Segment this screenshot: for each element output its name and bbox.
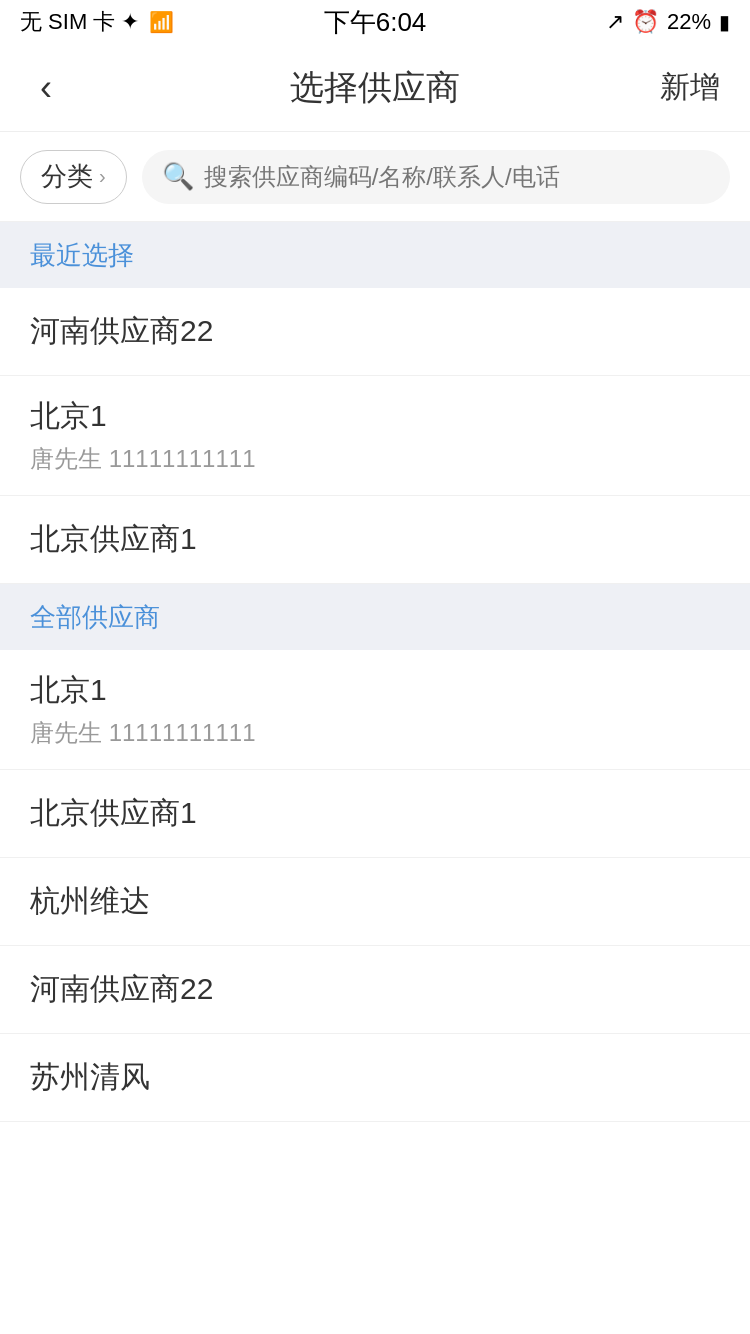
recent-supplier-list: 河南供应商22 北京1 唐先生 11111111111 北京供应商1 bbox=[0, 288, 750, 584]
chevron-right-icon: › bbox=[99, 165, 106, 188]
status-right: ↗ ⏰ 22% ▮ bbox=[606, 9, 730, 35]
back-button[interactable]: ‹ bbox=[30, 57, 62, 119]
all-supplier-list: 北京1 唐先生 11111111111 北京供应商1 杭州维达河南供应商22 苏州清风 bbox=[0, 650, 750, 1122]
list-item[interactable]: 北京1 唐先生 11111111111 bbox=[0, 376, 750, 496]
list-item[interactable]: 苏州清风 bbox=[0, 1034, 750, 1122]
all-section-label: 全部供应商 bbox=[30, 600, 160, 635]
supplier-name: 北京1 bbox=[30, 670, 720, 711]
location-icon: ↗ bbox=[606, 9, 624, 35]
recent-section-header: 最近选择 bbox=[0, 222, 750, 288]
category-label: 分类 bbox=[41, 159, 93, 194]
category-filter-button[interactable]: 分类 › bbox=[20, 150, 127, 204]
wifi-icon: 📶 bbox=[149, 10, 174, 34]
supplier-contact: 唐先生 11111111111 bbox=[30, 717, 720, 749]
new-supplier-button[interactable]: 新增 bbox=[660, 67, 720, 108]
search-icon: 🔍 bbox=[162, 161, 194, 192]
search-box[interactable]: 🔍 bbox=[142, 150, 730, 204]
list-item[interactable]: 北京1 唐先生 11111111111 bbox=[0, 650, 750, 770]
supplier-name: 北京1 bbox=[30, 396, 720, 437]
sim-status: 无 SIM 卡 ✦ bbox=[20, 7, 139, 37]
list-item[interactable]: 河南供应商22 bbox=[0, 946, 750, 1034]
supplier-name: 北京供应商1 bbox=[30, 793, 720, 834]
supplier-name: 苏州清风 bbox=[30, 1057, 720, 1098]
supplier-name: 北京供应商1 bbox=[30, 519, 720, 560]
status-time: 下午6:04 bbox=[324, 5, 427, 40]
recent-section-label: 最近选择 bbox=[30, 238, 134, 273]
battery-icon: ▮ bbox=[719, 10, 730, 34]
filter-bar: 分类 › 🔍 bbox=[0, 132, 750, 222]
alarm-icon: ⏰ bbox=[632, 9, 659, 35]
all-section-header: 全部供应商 bbox=[0, 584, 750, 650]
list-item[interactable]: 北京供应商1 bbox=[0, 770, 750, 858]
list-item[interactable]: 北京供应商1 bbox=[0, 496, 750, 584]
supplier-contact: 唐先生 11111111111 bbox=[30, 443, 720, 475]
page-title: 选择供应商 bbox=[290, 65, 460, 111]
supplier-name: 杭州维达 bbox=[30, 881, 720, 922]
search-input[interactable] bbox=[204, 163, 710, 191]
battery-level: 22% bbox=[667, 9, 711, 35]
supplier-name: 河南供应商22 bbox=[30, 311, 720, 352]
status-left: 无 SIM 卡 ✦ 📶 bbox=[20, 7, 174, 37]
list-item[interactable]: 杭州维达 bbox=[0, 858, 750, 946]
status-bar: 无 SIM 卡 ✦ 📶 下午6:04 ↗ ⏰ 22% ▮ bbox=[0, 0, 750, 44]
supplier-name: 河南供应商22 bbox=[30, 969, 720, 1010]
nav-bar: ‹ 选择供应商 新增 bbox=[0, 44, 750, 132]
list-item[interactable]: 河南供应商22 bbox=[0, 288, 750, 376]
